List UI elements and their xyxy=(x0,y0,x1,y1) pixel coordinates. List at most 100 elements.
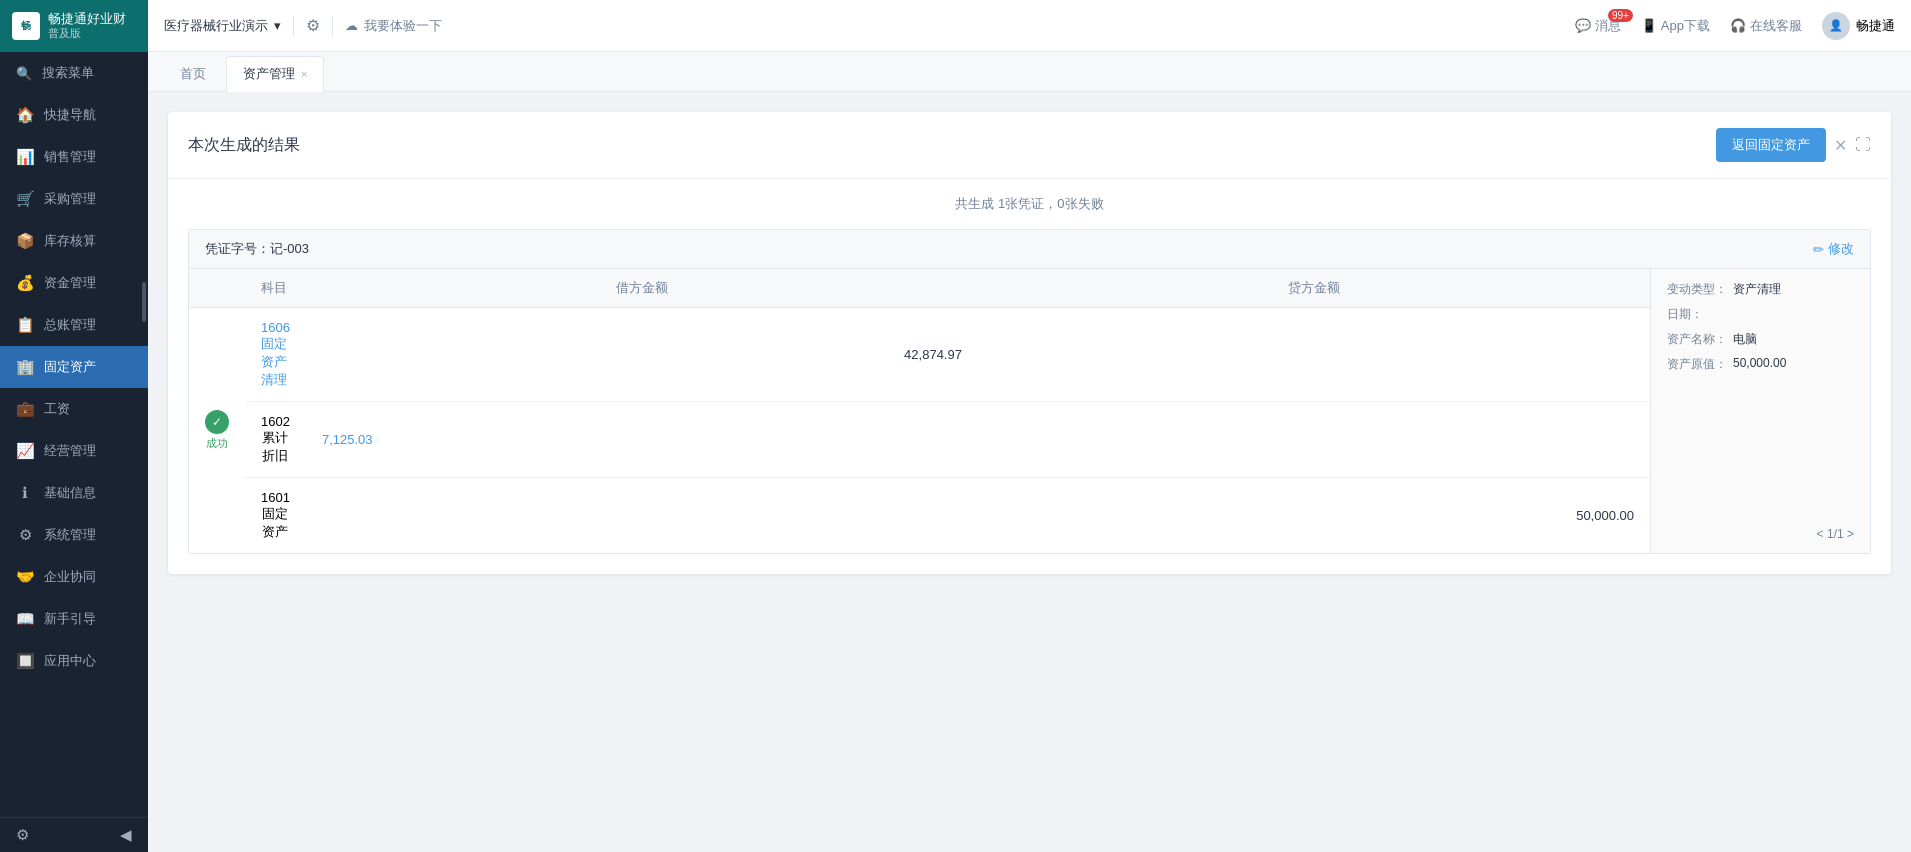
account-cell: 1606 固定资产清理 xyxy=(245,308,306,402)
sidebar-item-label: 搜索菜单 xyxy=(42,64,94,82)
guide-icon: 📖 xyxy=(16,610,34,628)
credit-cell xyxy=(978,402,1650,478)
side-date: 日期： xyxy=(1667,306,1854,323)
company-selector[interactable]: 医疗器械行业演示 ▾ xyxy=(164,17,281,35)
sidebar-item-guide[interactable]: 📖 新手引导 xyxy=(0,598,148,640)
sidebar-item-label: 销售管理 xyxy=(44,148,96,166)
app-download-button[interactable]: 📱 App下载 xyxy=(1641,17,1710,35)
experience-button[interactable]: ☁ 我要体验一下 xyxy=(345,17,442,35)
return-button[interactable]: 返回固定资产 xyxy=(1716,128,1826,162)
tab-close-icon[interactable]: × xyxy=(301,68,307,80)
sidebar-item-label: 资金管理 xyxy=(44,274,96,292)
table-row: 1601 固定资产 50,000.00 xyxy=(189,478,1650,554)
date-label: 日期： xyxy=(1667,306,1703,323)
main-area: 医疗器械行业演示 ▾ ⚙ ☁ 我要体验一下 💬 消息 99+ 📱 App下载 🎧… xyxy=(148,0,1911,852)
user-name: 畅捷通 xyxy=(1856,17,1895,35)
change-type-label: 变动类型： xyxy=(1667,281,1727,298)
sidebar-item-label: 基础信息 xyxy=(44,484,96,502)
purchase-icon: 🛒 xyxy=(16,190,34,208)
topbar: 医疗器械行业演示 ▾ ⚙ ☁ 我要体验一下 💬 消息 99+ 📱 App下载 🎧… xyxy=(148,0,1911,52)
headset-icon: 🎧 xyxy=(1730,18,1746,33)
settings-footer-icon[interactable]: ⚙ xyxy=(16,826,29,844)
sidebar-item-quicknav[interactable]: 🏠 快捷导航 xyxy=(0,94,148,136)
close-button[interactable]: ✕ xyxy=(1834,136,1847,155)
collapse-icon[interactable]: ◀ xyxy=(120,826,132,844)
asset-value-value: 50,000.00 xyxy=(1733,356,1786,373)
pagination-next[interactable]: > xyxy=(1847,527,1854,541)
pagination: < 1/1 > xyxy=(1667,527,1854,541)
sidebar-item-label: 企业协同 xyxy=(44,568,96,586)
sidebar-item-fixed-assets[interactable]: 🏢 固定资产 xyxy=(0,346,148,388)
sidebar-item-purchase[interactable]: 🛒 采购管理 xyxy=(0,178,148,220)
sidebar-item-finance[interactable]: 💰 资金管理 xyxy=(0,262,148,304)
side-change-type: 变动类型： 资产清理 xyxy=(1667,281,1854,298)
sidebar-item-inventory[interactable]: 📦 库存核算 xyxy=(0,220,148,262)
sidebar-item-ledger[interactable]: 📋 总账管理 xyxy=(0,304,148,346)
account-cell: 1601 固定资产 xyxy=(245,478,306,554)
tab-asset-management[interactable]: 资产管理 × xyxy=(226,56,324,92)
voucher-main: 科目 借方金额 贷方金额 ✓ 成 xyxy=(189,269,1650,553)
voucher-section: 凭证字号：记-003 ✏ 修改 科目 借方金额 xyxy=(188,229,1871,554)
sidebar-item-label: 工资 xyxy=(44,400,70,418)
sidebar-item-basic-info[interactable]: ℹ 基础信息 xyxy=(0,472,148,514)
voucher-id: 凭证字号：记-003 xyxy=(205,240,309,258)
sidebar-item-app-center[interactable]: 🔲 应用中心 xyxy=(0,640,148,682)
side-asset-name: 资产名称： 电脑 xyxy=(1667,331,1854,348)
result-card: 本次生成的结果 返回固定资产 ✕ ⛶ 共生成 1张凭证，0张失败 凭证字号：记-… xyxy=(168,112,1891,574)
management-icon: 📈 xyxy=(16,442,34,460)
user-menu[interactable]: 👤 畅捷通 xyxy=(1822,12,1895,40)
asset-value-label: 资产原值： xyxy=(1667,356,1727,373)
sidebar-item-search[interactable]: 🔍 搜索菜单 xyxy=(0,52,148,94)
tabbar: 首页 资产管理 × xyxy=(148,52,1911,92)
sidebar-scroll-area: 🔍 搜索菜单 🏠 快捷导航 📊 销售管理 🛒 采购管理 📦 库存核算 💰 xyxy=(0,52,148,817)
phone-icon: 📱 xyxy=(1641,18,1657,33)
success-icon: ✓ xyxy=(205,410,229,434)
pagination-prev[interactable]: < xyxy=(1817,527,1824,541)
edit-icon: ✏ xyxy=(1813,242,1824,257)
expand-button[interactable]: ⛶ xyxy=(1855,136,1871,154)
sidebar: 畅 畅捷通好业财 普及版 🔍 搜索菜单 🏠 快捷导航 📊 销售管理 🛒 xyxy=(0,0,148,852)
home-icon: 🏠 xyxy=(16,106,34,124)
sidebar-item-collab[interactable]: 🤝 企业协同 xyxy=(0,556,148,598)
salary-icon: 💼 xyxy=(16,400,34,418)
sidebar-item-label: 总账管理 xyxy=(44,316,96,334)
credit-cell xyxy=(978,308,1650,402)
sidebar-item-salary[interactable]: 💼 工资 xyxy=(0,388,148,430)
online-service-button[interactable]: 🎧 在线客服 xyxy=(1730,17,1802,35)
table-row: ✓ 成功 1606 固定资产清理 42,874.97 xyxy=(189,308,1650,402)
result-summary: 共生成 1张凭证，0张失败 xyxy=(168,179,1891,229)
cloud-icon: ☁ xyxy=(345,18,358,33)
basic-info-icon: ℹ xyxy=(16,484,34,502)
debit-cell: 42,874.97 xyxy=(306,308,978,402)
app-title: 畅捷通好业财 xyxy=(48,11,126,27)
topbar-settings-icon[interactable]: ⚙ xyxy=(306,16,320,35)
sidebar-item-management[interactable]: 📈 经营管理 xyxy=(0,430,148,472)
col-debit: 借方金额 xyxy=(306,269,978,308)
sidebar-footer: ⚙ ◀ xyxy=(0,817,148,852)
tab-home[interactable]: 首页 xyxy=(164,57,222,91)
asset-name-value: 电脑 xyxy=(1733,331,1757,348)
status-label: 成功 xyxy=(205,436,229,451)
change-type-value: 资产清理 xyxy=(1733,281,1781,298)
system-icon: ⚙ xyxy=(16,526,34,544)
sidebar-item-sales[interactable]: 📊 销售管理 xyxy=(0,136,148,178)
message-icon: 💬 xyxy=(1575,18,1591,33)
sidebar-item-system[interactable]: ⚙ 系统管理 xyxy=(0,514,148,556)
sidebar-item-label: 采购管理 xyxy=(44,190,96,208)
voucher-body: 科目 借方金额 贷方金额 ✓ 成 xyxy=(189,269,1870,553)
card-header: 本次生成的结果 返回固定资产 ✕ ⛶ xyxy=(168,112,1891,179)
edit-button[interactable]: ✏ 修改 xyxy=(1813,240,1854,258)
tab-home-label: 首页 xyxy=(180,65,206,83)
sidebar-item-label: 快捷导航 xyxy=(44,106,96,124)
col-status xyxy=(189,269,245,308)
voucher-header: 凭证字号：记-003 ✏ 修改 xyxy=(189,230,1870,269)
topbar-right: 💬 消息 99+ 📱 App下载 🎧 在线客服 👤 畅捷通 xyxy=(1575,12,1895,40)
table-row: 1602 累计折旧 7,125.03 xyxy=(189,402,1650,478)
message-button[interactable]: 💬 消息 99+ xyxy=(1575,17,1621,35)
sidebar-item-label: 经营管理 xyxy=(44,442,96,460)
search-icon: 🔍 xyxy=(16,66,32,81)
experience-label: 我要体验一下 xyxy=(364,17,442,35)
col-subject: 科目 xyxy=(245,269,306,308)
fixed-assets-icon: 🏢 xyxy=(16,358,34,376)
sidebar-item-label: 库存核算 xyxy=(44,232,96,250)
